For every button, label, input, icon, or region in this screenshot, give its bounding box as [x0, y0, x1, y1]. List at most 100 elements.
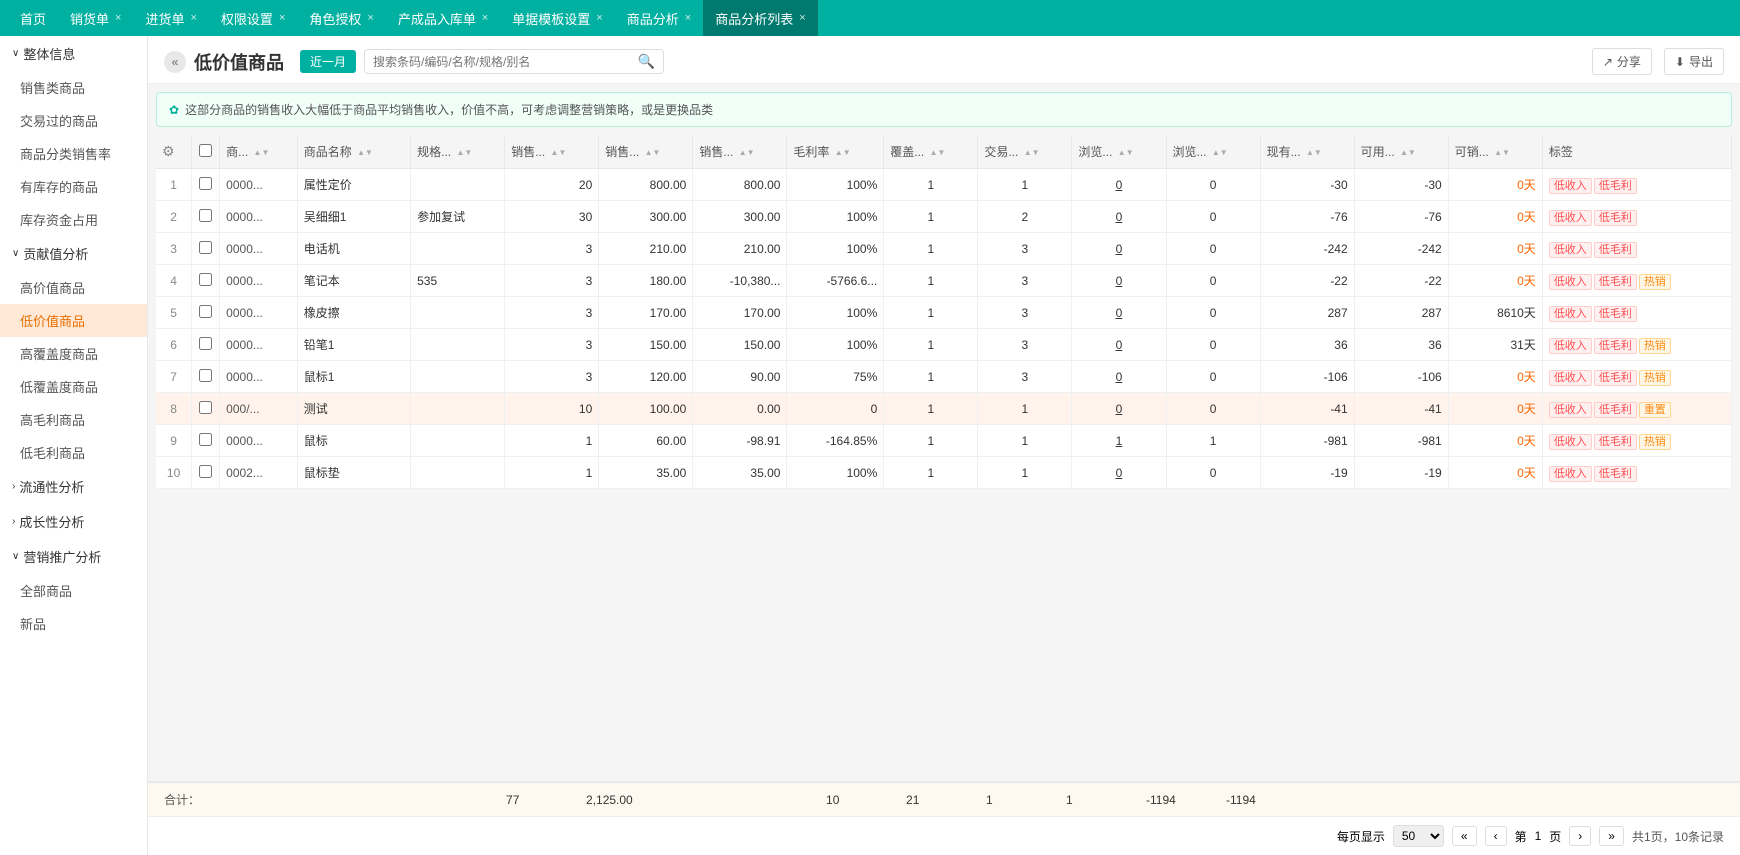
cell-name[interactable]: 吴细细1	[297, 201, 410, 233]
nav-purchase-order[interactable]: 进货单 ×	[133, 0, 208, 36]
row-checkbox[interactable]	[199, 401, 212, 414]
share-button[interactable]: ↗ 分享	[1592, 48, 1652, 75]
sort-sale1-icon[interactable]: ▲▼	[551, 148, 567, 157]
close-product-inbound-icon[interactable]: ×	[482, 12, 488, 24]
sidebar-item-high-coverage[interactable]: 高覆盖度商品	[0, 337, 147, 370]
search-input[interactable]	[373, 55, 638, 69]
close-role-auth-icon[interactable]: ×	[367, 12, 373, 24]
cell-view1[interactable]: 0	[1072, 361, 1166, 393]
nav-product-analysis-list[interactable]: 商品分析列表 ×	[703, 0, 817, 36]
first-page-button[interactable]: «	[1452, 826, 1477, 846]
close-purchase-order-icon[interactable]: ×	[190, 12, 196, 24]
cell-view1[interactable]: 1	[1072, 425, 1166, 457]
sidebar-item-stocked-products[interactable]: 有库存的商品	[0, 170, 147, 203]
close-template-settings-icon[interactable]: ×	[596, 12, 602, 24]
close-product-analysis-list-icon[interactable]: ×	[799, 12, 805, 24]
sidebar-collapse-button[interactable]: «	[164, 51, 186, 73]
prev-page-button[interactable]: ‹	[1485, 826, 1507, 846]
sort-view1-icon[interactable]: ▲▼	[1118, 148, 1134, 157]
row-checkbox[interactable]	[199, 465, 212, 478]
sidebar-section-contribution[interactable]: ∨ 贡献值分析	[0, 236, 147, 271]
th-cover: 覆盖... ▲▼	[884, 135, 978, 169]
sort-code-icon[interactable]: ▲▼	[254, 148, 270, 157]
cell-salable: 31天	[1448, 329, 1542, 361]
sort-sale3-icon[interactable]: ▲▼	[739, 148, 755, 157]
row-checkbox[interactable]	[199, 209, 212, 222]
nav-role-auth[interactable]: 角色授权 ×	[297, 0, 385, 36]
nav-template-settings[interactable]: 单据模板设置 ×	[500, 0, 614, 36]
settings-icon[interactable]: ⚙	[162, 143, 175, 159]
nav-product-analysis[interactable]: 商品分析 ×	[615, 0, 703, 36]
sort-sale2-icon[interactable]: ▲▼	[645, 148, 661, 157]
sort-cover-icon[interactable]: ▲▼	[930, 148, 946, 157]
sidebar-item-low-coverage[interactable]: 低覆盖度商品	[0, 370, 147, 403]
sidebar-item-all-products[interactable]: 全部商品	[0, 574, 147, 607]
last-page-button[interactable]: »	[1599, 826, 1624, 846]
cell-name[interactable]: 鼠标	[297, 425, 410, 457]
row-checkbox[interactable]	[199, 337, 212, 350]
period-button[interactable]: 近一月	[300, 50, 356, 73]
cell-view1[interactable]: 0	[1072, 169, 1166, 201]
sidebar-item-low-margin[interactable]: 低毛利商品	[0, 436, 147, 469]
export-button[interactable]: ⬇ 导出	[1664, 48, 1724, 75]
row-checkbox[interactable]	[199, 433, 212, 446]
sort-trade-icon[interactable]: ▲▼	[1024, 148, 1040, 157]
sort-margin-icon[interactable]: ▲▼	[835, 148, 851, 157]
close-permissions-icon[interactable]: ×	[279, 12, 285, 24]
sidebar-section-marketing[interactable]: ∨ 营销推广分析	[0, 539, 147, 574]
select-all-checkbox[interactable]	[199, 144, 212, 157]
cell-view1[interactable]: 0	[1072, 201, 1166, 233]
cell-name[interactable]: 鼠标垫	[297, 457, 410, 489]
cell-name[interactable]: 属性定价	[297, 169, 410, 201]
cell-name[interactable]: 笔记本	[297, 265, 410, 297]
sort-current-icon[interactable]: ▲▼	[1306, 148, 1322, 157]
sort-name-icon[interactable]: ▲▼	[357, 148, 373, 157]
sort-salable-icon[interactable]: ▲▼	[1494, 148, 1510, 157]
cell-view1[interactable]: 0	[1072, 233, 1166, 265]
sidebar-item-category-sales-rate[interactable]: 商品分类销售率	[0, 137, 147, 170]
sort-usable-icon[interactable]: ▲▼	[1400, 148, 1416, 157]
sidebar-item-high-margin[interactable]: 高毛利商品	[0, 403, 147, 436]
row-checkbox[interactable]	[199, 305, 212, 318]
sort-view2-icon[interactable]: ▲▼	[1212, 148, 1228, 157]
row-checkbox[interactable]	[199, 273, 212, 286]
cell-tags: 低收入低毛利	[1542, 233, 1731, 265]
sort-spec-icon[interactable]: ▲▼	[456, 148, 472, 157]
nav-home[interactable]: 首页	[8, 0, 58, 36]
sidebar-item-new-products[interactable]: 新品	[0, 607, 147, 640]
cell-view1[interactable]: 0	[1072, 265, 1166, 297]
sidebar-section-liquidity[interactable]: › 流通性分析	[0, 469, 147, 504]
cell-view2: 1	[1166, 425, 1260, 457]
cell-view2: 0	[1166, 457, 1260, 489]
nav-sales-order[interactable]: 销货单 ×	[58, 0, 133, 36]
cell-name[interactable]: 铅笔1	[297, 329, 410, 361]
sidebar-section-overview[interactable]: ∨ 整体信息	[0, 36, 147, 71]
close-sales-order-icon[interactable]: ×	[115, 12, 121, 24]
per-page-select[interactable]: 50 100 200	[1393, 825, 1444, 847]
nav-permissions[interactable]: 权限设置 ×	[209, 0, 297, 36]
row-checkbox[interactable]	[199, 241, 212, 254]
cell-name[interactable]: 橡皮擦	[297, 297, 410, 329]
nav-product-inbound[interactable]: 产成品入库单 ×	[386, 0, 500, 36]
th-usable: 可用... ▲▼	[1354, 135, 1448, 169]
sidebar-item-low-value[interactable]: 低价值商品	[0, 304, 147, 337]
next-page-button[interactable]: ›	[1569, 826, 1591, 846]
cell-name[interactable]: 鼠标1	[297, 361, 410, 393]
cell-salable: 0天	[1448, 233, 1542, 265]
close-product-analysis-icon[interactable]: ×	[685, 12, 691, 24]
cell-view1[interactable]: 0	[1072, 393, 1166, 425]
cell-view1[interactable]: 0	[1072, 297, 1166, 329]
sidebar-item-sales-products[interactable]: 销售类商品	[0, 71, 147, 104]
sidebar-item-high-value[interactable]: 高价值商品	[0, 271, 147, 304]
sidebar-item-traded-products[interactable]: 交易过的商品	[0, 104, 147, 137]
cell-view1[interactable]: 0	[1072, 329, 1166, 361]
cell-view1[interactable]: 0	[1072, 457, 1166, 489]
cell-name[interactable]: 电话机	[297, 233, 410, 265]
row-checkbox[interactable]	[199, 369, 212, 382]
cell-code: 0002...	[220, 457, 298, 489]
sidebar-item-inventory-capital[interactable]: 库存资金占用	[0, 203, 147, 236]
page-unit: 页	[1549, 828, 1561, 845]
sidebar-section-growth[interactable]: › 成长性分析	[0, 504, 147, 539]
row-checkbox[interactable]	[199, 177, 212, 190]
cell-name[interactable]: 测试	[297, 393, 410, 425]
